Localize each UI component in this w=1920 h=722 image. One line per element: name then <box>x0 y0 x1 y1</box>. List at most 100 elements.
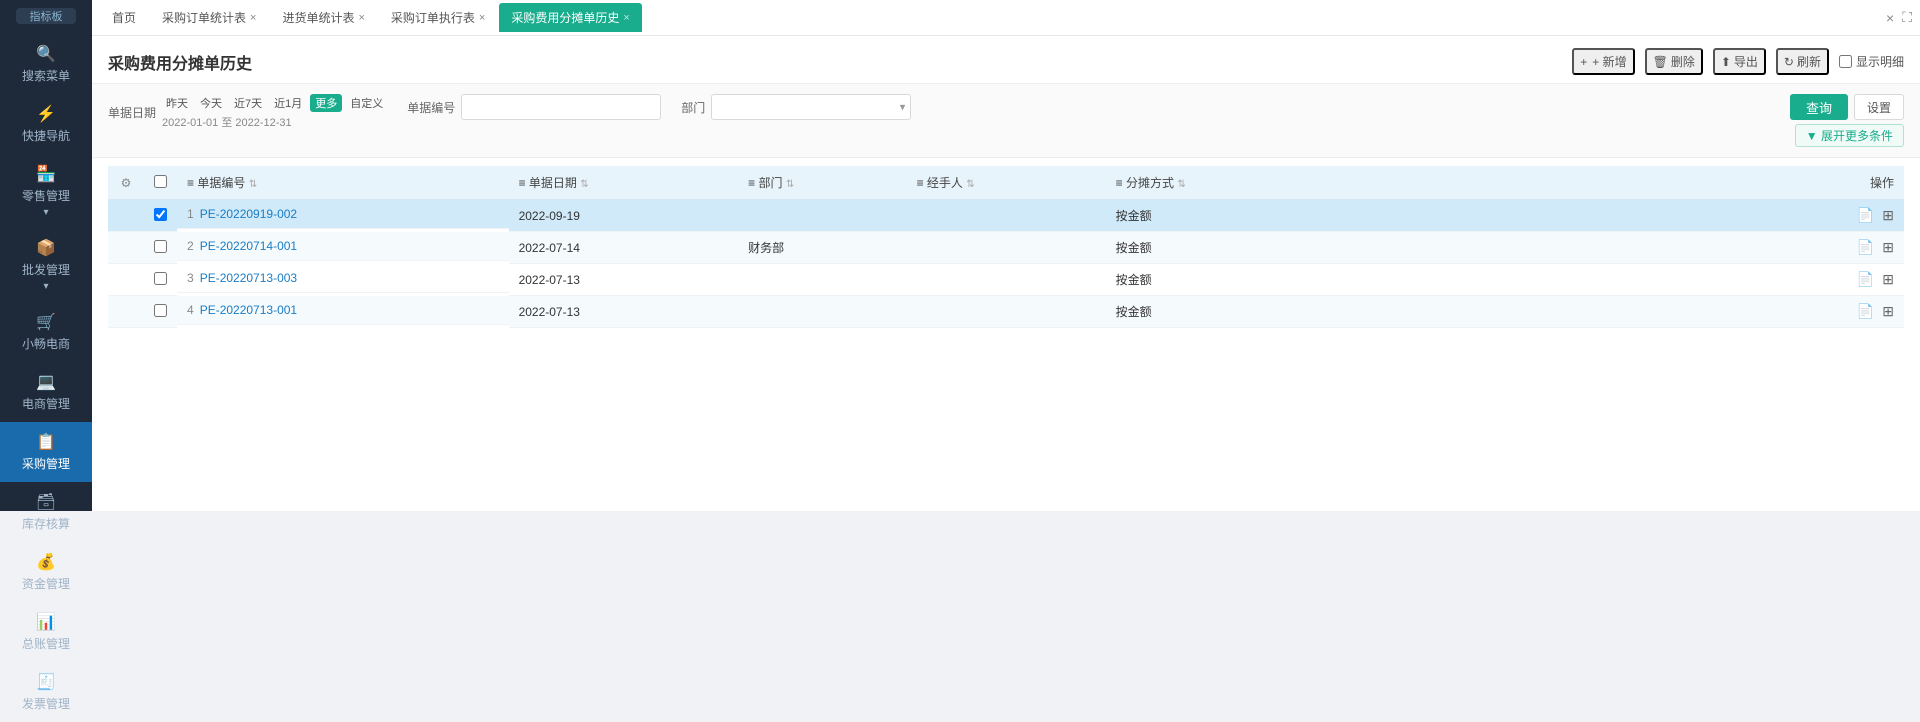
th-date[interactable]: ≡ 单据日期 ⇅ <box>509 166 739 200</box>
tab-purchase-exec[interactable]: 采购订单执行表 × <box>379 3 497 32</box>
tab-purchase-exec-close[interactable]: × <box>479 12 485 24</box>
add-button[interactable]: + + 新增 <box>1572 48 1634 75</box>
sidebar-item-label: 总账管理 <box>22 635 70 652</box>
sidebar-item-invoice[interactable]: 🧾 发票管理 <box>0 662 92 722</box>
row-handler-2 <box>907 232 1106 264</box>
row-date-2: 2022-07-14 <box>509 232 739 264</box>
th-ops: 操作 <box>1824 166 1904 200</box>
sidebar-item-quick[interactable]: ⚡ 快捷导航 <box>0 94 92 154</box>
sidebar-item-search[interactable]: 🔍 搜索菜单 <box>0 34 92 94</box>
sidebar-item-label: 资金管理 <box>22 575 70 592</box>
sidebar-item-purchase[interactable]: 📋 采购管理 <box>0 422 92 482</box>
refresh-button[interactable]: ↻ 刷新 <box>1776 48 1829 75</box>
date-btn-today[interactable]: 今天 <box>196 94 226 112</box>
row-more-button-3[interactable]: ⊞ <box>1882 271 1894 288</box>
th-split[interactable]: ≡ 分摊方式 ⇅ <box>1106 166 1824 200</box>
dept-filter-input[interactable] <box>711 94 911 120</box>
row-checkbox-1[interactable] <box>154 208 167 221</box>
row-checkbox-cell-2 <box>144 232 177 264</box>
tab-purchase-stat[interactable]: 采购订单统计表 × <box>150 3 268 32</box>
th-docno[interactable]: ≡ 单据编号 ⇅ <box>177 166 509 200</box>
th-handler[interactable]: ≡ 经手人 ⇅ <box>907 166 1106 200</box>
sidebar-item-label: 搜索菜单 <box>22 67 70 84</box>
tab-fullscreen-button[interactable]: ⛶ <box>1902 9 1912 26</box>
row-gear-3 <box>108 264 144 296</box>
delete-button[interactable]: 🗑 删除 <box>1645 48 1703 75</box>
row-checkbox-cell-4 <box>144 296 177 328</box>
tab-inbound-stat-close[interactable]: × <box>358 12 364 24</box>
table-header-row: ⚙ ≡ 单据编号 ⇅ ≡ 单据日期 ⇅ <box>108 166 1904 200</box>
row-num-2: 2 <box>187 239 194 253</box>
invoice-icon: 🧾 <box>36 672 56 692</box>
tab-inbound-stat[interactable]: 进货单统计表 × <box>270 3 376 32</box>
accounting-icon: 📊 <box>36 612 56 632</box>
row-edit-button-1[interactable]: 📄 <box>1857 207 1874 224</box>
sidebar-item-wholesale[interactable]: 📦 批发管理 ▾ <box>0 228 92 302</box>
tab-bar: 首页 采购订单统计表 × 进货单统计表 × 采购订单执行表 × 采购费用分摊单历… <box>92 0 1920 36</box>
filter-group-docno: 单据编号 <box>407 94 661 120</box>
query-button[interactable]: 查询 <box>1790 94 1848 120</box>
show-detail-checkbox[interactable] <box>1839 55 1852 68</box>
tab-home[interactable]: 首页 <box>100 3 148 32</box>
select-all-checkbox[interactable] <box>154 175 167 188</box>
row-edit-button-4[interactable]: 📄 <box>1857 303 1874 320</box>
setting-button[interactable]: 设置 <box>1854 94 1904 120</box>
filter-group-date: 单据日期 昨天 今天 近7天 近1月 更多 自定义 2022-01-01 至 2… <box>108 94 387 130</box>
row-num-3: 3 <box>187 271 194 285</box>
ecom-icon: 💻 <box>36 372 56 392</box>
sidebar-item-ecom[interactable]: 💻 电商管理 <box>0 362 92 422</box>
date-btn-yesterday[interactable]: 昨天 <box>162 94 192 112</box>
sidebar-item-accounting[interactable]: 📊 总账管理 <box>0 602 92 662</box>
tab-purchase-exec-label: 采购订单执行表 <box>391 9 475 26</box>
date-filter-label: 单据日期 <box>108 104 156 121</box>
row-docno-2: 2 PE-20220714-001 <box>177 232 509 261</box>
tab-close-all-button[interactable]: × <box>1886 10 1894 26</box>
add-icon: + <box>1580 55 1587 69</box>
sidebar-item-inventory[interactable]: 🗃 库存核算 <box>0 482 92 542</box>
row-checkbox-3[interactable] <box>154 272 167 285</box>
finance-icon: 💰 <box>36 552 56 572</box>
inventory-icon: 🗃 <box>36 492 56 512</box>
dept-filter-wrap <box>711 94 911 120</box>
sidebar-item-retail[interactable]: 🏪 零售管理 ▾ <box>0 154 92 228</box>
tab-purchase-stat-close[interactable]: × <box>250 12 256 24</box>
show-detail-checkbox-label[interactable]: 显示明细 <box>1839 53 1904 70</box>
row-num-4: 4 <box>187 303 194 317</box>
row-docno-link-3[interactable]: PE-20220713-003 <box>200 271 297 285</box>
tab-purchase-cost[interactable]: 采购费用分摊单历史 × <box>499 3 641 32</box>
date-btn-more[interactable]: 更多 <box>310 94 342 112</box>
table-wrap: ⚙ ≡ 单据编号 ⇅ ≡ 单据日期 ⇅ <box>92 158 1920 336</box>
date-btn-7days[interactable]: 近7天 <box>230 94 266 112</box>
row-docno-link-4[interactable]: PE-20220713-001 <box>200 303 297 317</box>
docno-filter-input[interactable] <box>461 94 661 120</box>
row-more-button-1[interactable]: ⊞ <box>1882 207 1894 224</box>
row-date-4: 2022-07-13 <box>509 296 739 328</box>
expand-filter-button[interactable]: ▼ 展开更多条件 <box>1795 124 1904 147</box>
tab-home-label: 首页 <box>112 9 136 26</box>
sort-split-icon: ⇅ <box>1177 179 1185 190</box>
th-gear[interactable]: ⚙ <box>108 166 144 200</box>
row-more-button-2[interactable]: ⊞ <box>1882 239 1894 256</box>
row-edit-button-2[interactable]: 📄 <box>1857 239 1874 256</box>
th-dept[interactable]: ≡ 部门 ⇅ <box>738 166 906 200</box>
date-btn-1month[interactable]: 近1月 <box>270 94 306 112</box>
row-docno-link-1[interactable]: PE-20220919-002 <box>200 207 297 221</box>
date-btn-custom[interactable]: 自定义 <box>346 94 387 112</box>
tab-purchase-cost-close[interactable]: × <box>623 12 629 24</box>
dept-filter-label: 部门 <box>681 99 705 116</box>
row-checkbox-2[interactable] <box>154 240 167 253</box>
page-header: 采购费用分摊单历史 + + 新增 🗑 删除 ⬆ 导出 ↻ 刷新 <box>92 36 1920 84</box>
chevron-down-icon: ▾ <box>43 207 48 218</box>
sidebar-item-label: 小畅电商 <box>22 335 70 352</box>
row-docno-link-2[interactable]: PE-20220714-001 <box>200 239 297 253</box>
row-edit-button-3[interactable]: 📄 <box>1857 271 1874 288</box>
filter-date-buttons: 昨天 今天 近7天 近1月 更多 自定义 <box>162 94 387 112</box>
wholesale-icon: 📦 <box>36 238 56 258</box>
sidebar-item-finance[interactable]: 💰 资金管理 <box>0 542 92 602</box>
row-more-button-4[interactable]: ⊞ <box>1882 303 1894 320</box>
sort-dept-icon: ⇅ <box>786 179 794 190</box>
row-checkbox-4[interactable] <box>154 304 167 317</box>
export-button[interactable]: ⬆ 导出 <box>1713 48 1766 75</box>
filter-date-range: 昨天 今天 近7天 近1月 更多 自定义 2022-01-01 至 2022-1… <box>162 94 387 130</box>
sidebar-item-mini[interactable]: 🛒 小畅电商 <box>0 302 92 362</box>
